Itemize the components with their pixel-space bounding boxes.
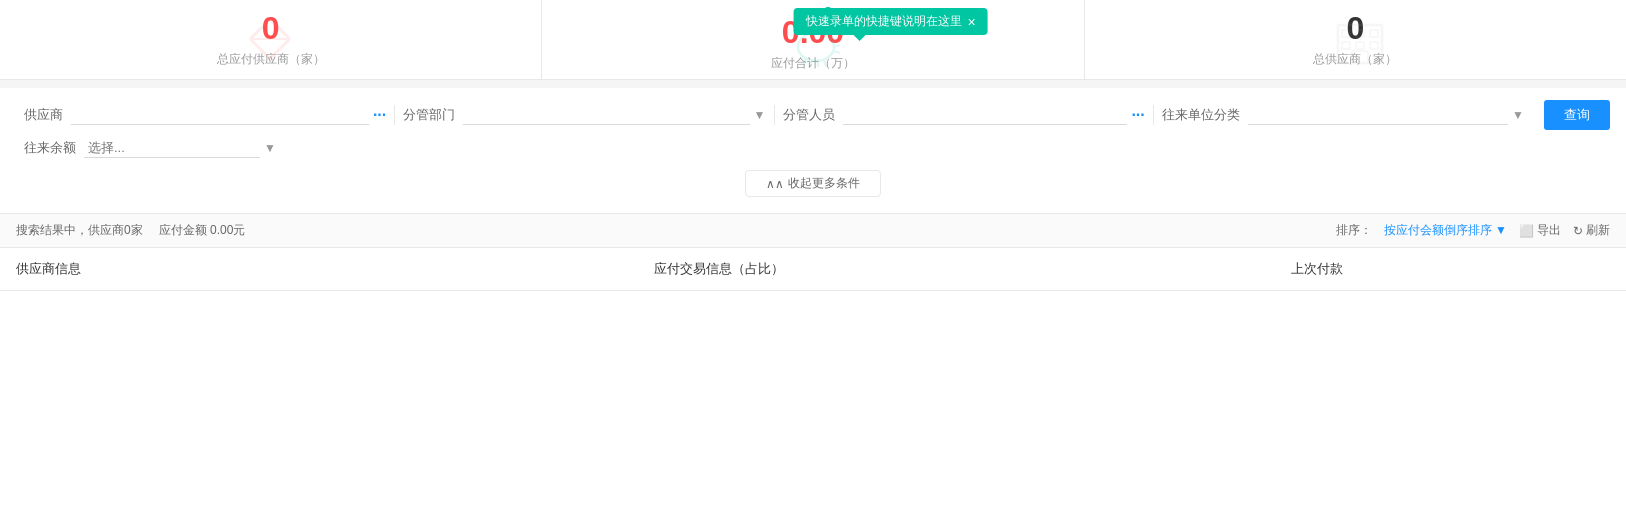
table-col-last-payment: 上次付款 bbox=[1291, 260, 1610, 278]
department-chevron-icon: ▼ bbox=[754, 108, 766, 122]
balance-label: 往来余额 bbox=[24, 139, 76, 157]
stat-total-payable-suppliers: 0 总应付供应商（家） bbox=[0, 0, 542, 79]
unit-class-input[interactable] bbox=[1248, 105, 1508, 125]
filter-balance: 往来余额 ▼ bbox=[16, 138, 276, 158]
results-amount: 应付金额 0.00元 bbox=[159, 222, 246, 239]
tooltip-close-button[interactable]: × bbox=[968, 15, 976, 29]
tooltip-text: 快速录单的快捷键说明在这里 bbox=[806, 13, 962, 30]
sort-value[interactable]: 按应付会额倒序排序 ▼ bbox=[1384, 222, 1507, 239]
collapse-button[interactable]: ∧∧ 收起更多条件 bbox=[745, 170, 881, 197]
svg-rect-16 bbox=[1370, 42, 1378, 49]
filter-supplier: 供应商 ··· bbox=[16, 105, 395, 125]
department-input[interactable] bbox=[463, 105, 749, 125]
svg-rect-11 bbox=[1342, 30, 1350, 37]
query-button[interactable]: 查询 bbox=[1544, 100, 1610, 130]
filter-row-1: 供应商 ··· 分管部门 ▼ 分管人员 ··· 往来单位分类 ▼ 查询 bbox=[16, 100, 1610, 130]
results-left: 搜索结果中，供应商0家 应付金额 0.00元 bbox=[16, 222, 245, 239]
svg-point-2 bbox=[798, 33, 834, 61]
table-col-transaction-info: 应付交易信息（占比） bbox=[654, 260, 1292, 278]
stat-total-suppliers: 0 总供应商（家） bbox=[1085, 0, 1626, 79]
export-label: 导出 bbox=[1537, 222, 1561, 239]
table-header: 供应商信息 应付交易信息（占比） 上次付款 bbox=[0, 248, 1626, 291]
department-label: 分管部门 bbox=[403, 106, 455, 124]
filter-person: 分管人员 ··· bbox=[775, 105, 1154, 125]
sort-label: 排序： bbox=[1336, 222, 1372, 239]
filter-row-2: 往来余额 ▼ bbox=[16, 138, 1610, 158]
unit-class-chevron-icon: ▼ bbox=[1512, 108, 1524, 122]
diamond-icon bbox=[246, 15, 296, 65]
collapse-label: 收起更多条件 bbox=[788, 175, 860, 192]
supplier-label: 供应商 bbox=[24, 106, 63, 124]
filter-department: 分管部门 ▼ bbox=[395, 105, 774, 125]
balance-chevron-icon: ▼ bbox=[264, 141, 276, 155]
results-right: 排序： 按应付会额倒序排序 ▼ ⬜ 导出 ↻ 刷新 bbox=[1336, 222, 1610, 239]
person-input[interactable] bbox=[843, 105, 1128, 125]
top-stats-section: 0 总应付供应商（家） 快速录单的快捷键说明在这里 × 0.00 应付合计（万） bbox=[0, 0, 1626, 80]
table-col-supplier-info: 供应商信息 bbox=[16, 260, 654, 278]
svg-rect-13 bbox=[1370, 30, 1378, 37]
unit-class-label: 往来单位分类 bbox=[1162, 106, 1240, 124]
filter-section: 供应商 ··· 分管部门 ▼ 分管人员 ··· 往来单位分类 ▼ 查询 往来余额 bbox=[0, 88, 1626, 214]
table-body bbox=[0, 291, 1626, 515]
supplier-input[interactable] bbox=[71, 105, 369, 125]
svg-rect-17 bbox=[1352, 51, 1368, 63]
filter-unit-class: 往来单位分类 ▼ bbox=[1154, 105, 1532, 125]
building-icon bbox=[1330, 15, 1380, 65]
results-bar: 搜索结果中，供应商0家 应付金额 0.00元 排序： 按应付会额倒序排序 ▼ ⬜… bbox=[0, 214, 1626, 248]
person-dots[interactable]: ··· bbox=[1131, 106, 1144, 124]
svg-rect-12 bbox=[1356, 30, 1364, 37]
refresh-label: 刷新 bbox=[1586, 222, 1610, 239]
svg-rect-14 bbox=[1342, 42, 1350, 49]
svg-line-5 bbox=[834, 51, 840, 53]
shortcut-tooltip: 快速录单的快捷键说明在这里 × bbox=[794, 8, 988, 35]
stat-payable-total: 快速录单的快捷键说明在这里 × 0.00 应付合计（万） bbox=[542, 0, 1084, 79]
results-suppliers-count: 搜索结果中，供应商0家 bbox=[16, 222, 143, 239]
supplier-dots[interactable]: ··· bbox=[373, 106, 386, 124]
collapse-up-icon: ∧∧ bbox=[766, 177, 784, 191]
export-icon: ⬜ bbox=[1519, 224, 1534, 238]
export-button[interactable]: ⬜ 导出 bbox=[1519, 222, 1561, 239]
refresh-button[interactable]: ↻ 刷新 bbox=[1573, 222, 1610, 239]
collapse-row: ∧∧ 收起更多条件 bbox=[16, 166, 1610, 205]
refresh-icon: ↻ bbox=[1573, 224, 1583, 238]
balance-input[interactable] bbox=[84, 138, 260, 158]
person-label: 分管人员 bbox=[783, 106, 835, 124]
svg-rect-15 bbox=[1356, 42, 1364, 49]
